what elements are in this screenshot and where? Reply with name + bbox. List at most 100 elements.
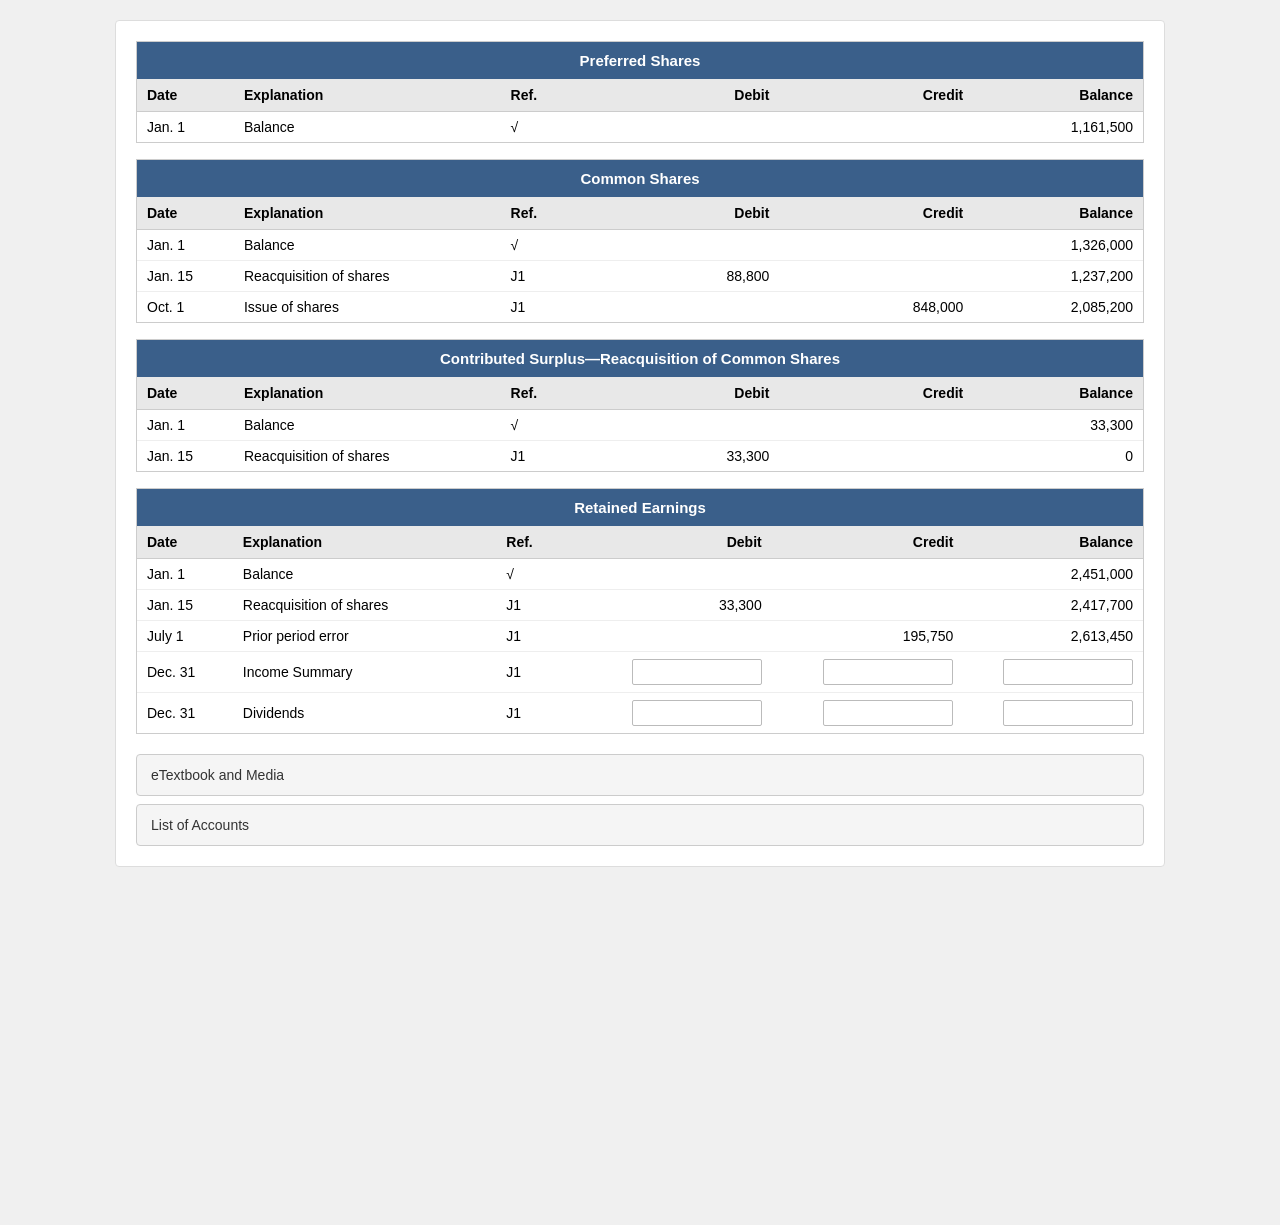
cell-balance: 1,161,500 [973,112,1143,143]
table-row: Jan. 1Balance√ 1,326,000 [137,230,1143,261]
col-header-debit: Debit [585,197,779,230]
debit-input[interactable] [632,659,762,685]
credit-input[interactable] [823,659,953,685]
table-row: Jan. 15Reacquisition of sharesJ188,800 1,… [137,261,1143,292]
col-header-explanation: Explanation [234,377,501,410]
cell-debit [580,621,772,652]
cell-debit: 33,300 [585,441,779,472]
cell-credit [779,112,973,143]
cell-explanation: Balance [234,410,501,441]
cell-explanation: Balance [234,112,501,143]
col-header-ref: Ref. [496,526,580,559]
cell-date: Dec. 31 [137,652,233,693]
cell-balance: 2,417,700 [963,590,1143,621]
balance-input[interactable] [1003,700,1133,726]
col-header-explanation: Explanation [234,197,501,230]
cell-credit [779,230,973,261]
cell-explanation: Issue of shares [234,292,501,323]
col-header-credit: Credit [779,197,973,230]
cell-credit[interactable] [772,693,964,734]
credit-input[interactable] [823,700,953,726]
cell-balance: 1,237,200 [973,261,1143,292]
balance-input[interactable] [1003,659,1133,685]
section-retained-earnings: Retained EarningsDateExplanationRef.Debi… [136,488,1144,734]
cell-ref: √ [501,230,586,261]
table-row: Jan. 15Reacquisition of sharesJ133,300 2,… [137,590,1143,621]
cell-credit [779,410,973,441]
col-header-explanation: Explanation [234,79,501,112]
col-header-date: Date [137,526,233,559]
cell-debit: 88,800 [585,261,779,292]
cell-ref: J1 [501,441,586,472]
cell-ref: J1 [496,621,580,652]
col-header-explanation: Explanation [233,526,496,559]
retained-earnings-title: Retained Earnings [137,489,1143,526]
cell-balance[interactable] [963,693,1143,734]
cell-ref: J1 [496,693,580,734]
cell-date: Jan. 1 [137,112,234,143]
cell-date: Jan. 15 [137,590,233,621]
col-header-date: Date [137,79,234,112]
tables-container: Preferred SharesDateExplanationRef.Debit… [136,41,1144,734]
cell-debit: 33,300 [580,590,772,621]
col-header-debit: Debit [580,526,772,559]
cell-explanation: Dividends [233,693,496,734]
col-header-debit: Debit [585,79,779,112]
cell-date: Jan. 1 [137,410,234,441]
cell-explanation: Income Summary [233,652,496,693]
cell-explanation: Reacquisition of shares [233,590,496,621]
cell-balance: 0 [973,441,1143,472]
cell-balance: 1,326,000 [973,230,1143,261]
cell-ref: J1 [496,652,580,693]
cell-debit [585,230,779,261]
col-header-date: Date [137,377,234,410]
cell-debit [585,292,779,323]
cell-balance[interactable] [963,652,1143,693]
col-header-balance: Balance [973,79,1143,112]
col-header-ref: Ref. [501,197,586,230]
cell-debit [585,410,779,441]
table-row: July 1Prior period errorJ1195,7502,613,4… [137,621,1143,652]
col-header-debit: Debit [585,377,779,410]
page-container: Preferred SharesDateExplanationRef.Debit… [115,20,1165,867]
cell-date: Jan. 15 [137,441,234,472]
section-preferred-shares: Preferred SharesDateExplanationRef.Debit… [136,41,1144,143]
cell-credit [772,559,964,590]
cell-credit: 195,750 [772,621,964,652]
cell-debit[interactable] [580,693,772,734]
cell-date: Jan. 1 [137,559,233,590]
cell-ref: J1 [501,261,586,292]
contributed-surplus-title: Contributed Surplus—Reacquisition of Com… [137,340,1143,377]
cell-explanation: Balance [234,230,501,261]
table-row: Jan. 1Balance√1,161,500 [137,112,1143,143]
cell-balance: 2,085,200 [973,292,1143,323]
cell-ref: J1 [496,590,580,621]
cell-explanation: Reacquisition of shares [234,261,501,292]
cell-ref: √ [496,559,580,590]
common-shares-title: Common Shares [137,160,1143,197]
cell-ref: √ [501,410,586,441]
cell-credit [772,590,964,621]
col-header-date: Date [137,197,234,230]
table-row: Jan. 1Balance√33,300 [137,410,1143,441]
col-header-balance: Balance [963,526,1143,559]
section-common-shares: Common SharesDateExplanationRef.DebitCre… [136,159,1144,323]
section-contributed-surplus: Contributed Surplus—Reacquisition of Com… [136,339,1144,472]
table-row: Dec. 31Income SummaryJ1 [137,652,1143,693]
list-of-accounts-button[interactable]: List of Accounts [136,804,1144,846]
cell-credit[interactable] [772,652,964,693]
debit-input[interactable] [632,700,762,726]
table-row: Oct. 1Issue of sharesJ1848,0002,085,200 [137,292,1143,323]
bottom-buttons: eTextbook and Media List of Accounts [136,754,1144,846]
cell-date: Jan. 1 [137,230,234,261]
cell-credit [779,441,973,472]
cell-balance: 2,613,450 [963,621,1143,652]
cell-date: Oct. 1 [137,292,234,323]
cell-debit[interactable] [580,652,772,693]
cell-explanation: Reacquisition of shares [234,441,501,472]
table-row: Jan. 1Balance√2,451,000 [137,559,1143,590]
table-row: Dec. 31DividendsJ1 [137,693,1143,734]
etextbook-button[interactable]: eTextbook and Media [136,754,1144,796]
cell-date: Jan. 15 [137,261,234,292]
table-row: Jan. 15Reacquisition of sharesJ133,300 0 [137,441,1143,472]
